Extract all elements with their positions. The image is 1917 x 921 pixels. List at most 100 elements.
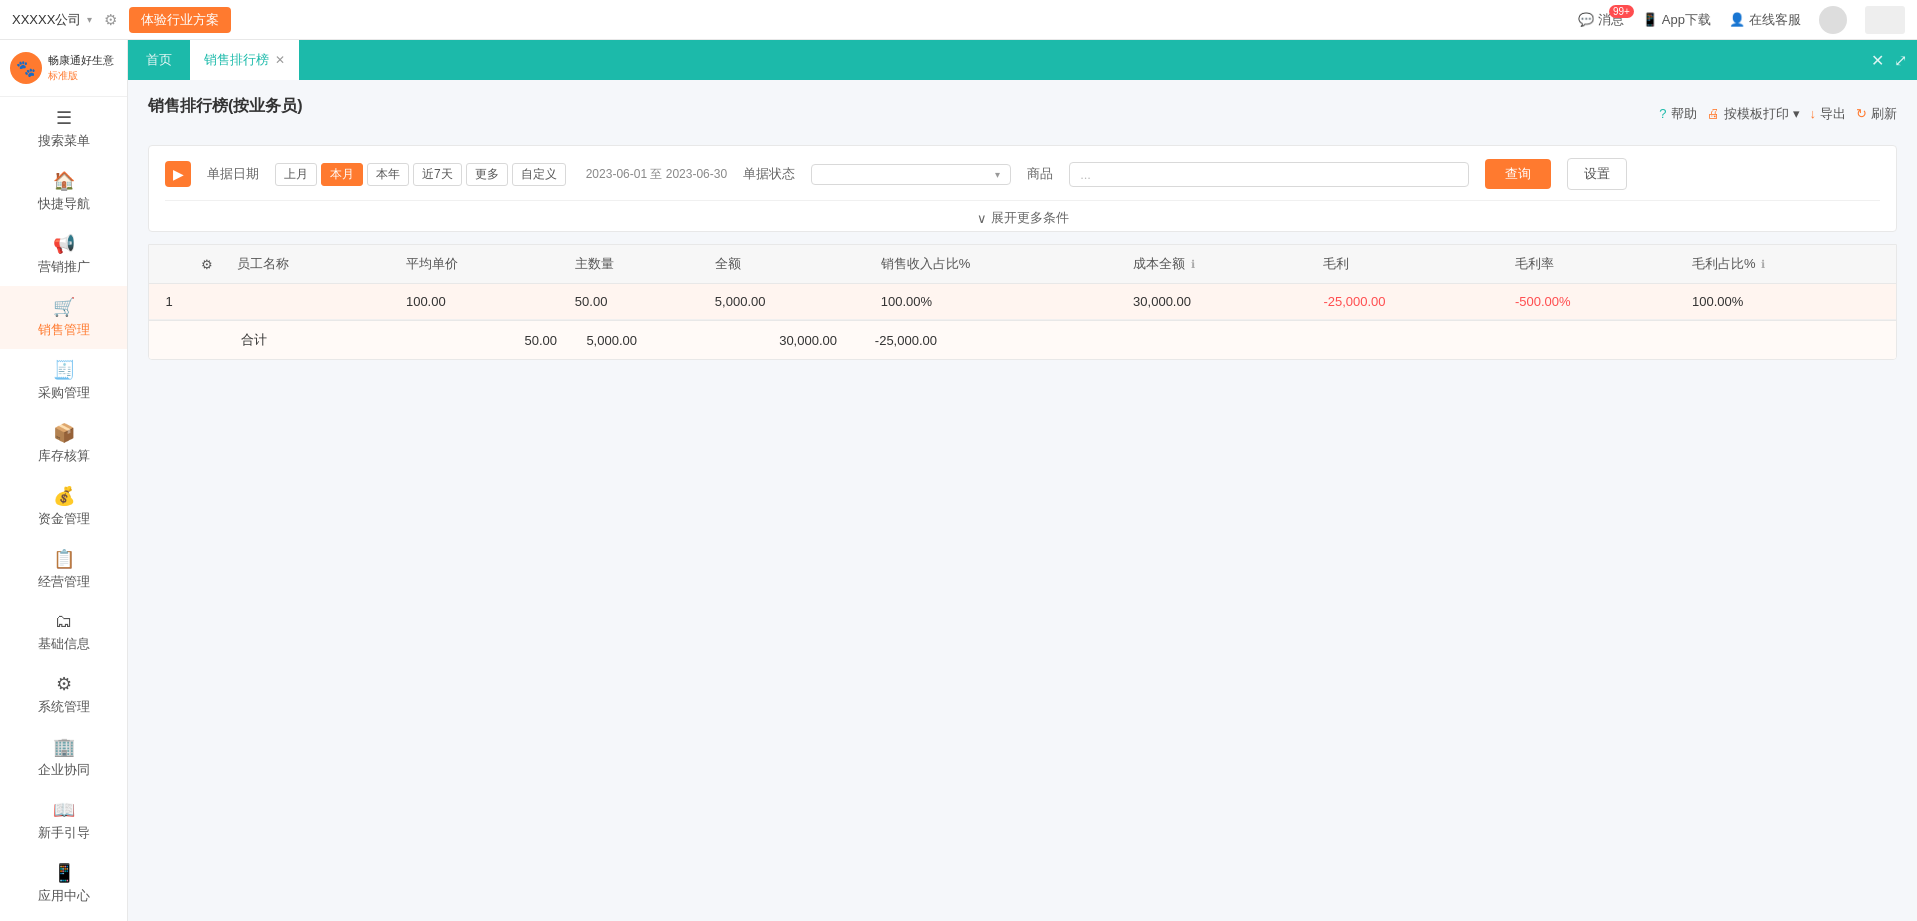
sidebar-item-system[interactable]: ⚙ 系统管理 xyxy=(0,663,127,726)
window-max-icon[interactable]: ⤢ xyxy=(1894,51,1907,70)
logo-tag: 标准版 xyxy=(48,69,114,83)
td-amount: 5,000.00 xyxy=(703,284,869,320)
sidebar-item-finance[interactable]: 💰 资金管理 xyxy=(0,475,127,538)
date-more-btn[interactable]: 更多 xyxy=(466,163,508,186)
sidebar-label-purchase: 采购管理 xyxy=(38,384,90,402)
avatar[interactable] xyxy=(1819,6,1847,34)
td-name xyxy=(225,284,394,320)
app-download-button[interactable]: 📱 App下载 xyxy=(1642,11,1711,29)
company-selector[interactable]: XXXXX公司 ▾ xyxy=(12,11,92,29)
table-footer: 合计 50.00 5,000.00 30,000.00 -25,000.00 xyxy=(149,320,1896,359)
date-month-btn[interactable]: 本月 xyxy=(321,163,363,186)
online-service-label: 在线客服 xyxy=(1749,11,1801,29)
sidebar-label-base-info: 基础信息 xyxy=(38,635,90,653)
message-badge: 99+ xyxy=(1609,5,1634,18)
tab-sales-label: 销售排行榜 xyxy=(204,51,269,69)
status-select[interactable]: ▾ xyxy=(811,164,1011,185)
footer-label: 合计 xyxy=(229,331,409,349)
td-rank: 1 xyxy=(149,284,189,320)
expand-btn[interactable]: ∨ 展开更多条件 xyxy=(977,209,1069,227)
expand-chevron-icon: ∨ xyxy=(977,211,987,226)
th-cost: 成本全额 ℹ xyxy=(1121,245,1311,284)
window-close-icon[interactable]: ✕ xyxy=(1871,51,1884,70)
th-sales-pct: 销售收入占比% xyxy=(869,245,1121,284)
td-settings xyxy=(189,284,225,320)
sidebar-label-app-center: 应用中心 xyxy=(38,887,90,905)
data-table: ⚙ 员工名称 平均单价 主数量 全额 销售收入占比% 成本全额 ℹ 毛利 毛利率 xyxy=(149,245,1896,320)
refresh-button[interactable]: ↻ 刷新 xyxy=(1856,105,1897,123)
help-icon: ? xyxy=(1659,106,1666,121)
trial-button[interactable]: 体验行业方案 xyxy=(129,7,231,33)
sidebar-item-newbie[interactable]: 📖 新手引导 xyxy=(0,789,127,852)
expand-label: 展开更多条件 xyxy=(991,209,1069,227)
sidebar-label-sales: 销售管理 xyxy=(38,321,90,339)
sidebar-label-operations: 经营管理 xyxy=(38,573,90,591)
refresh-icon: ↻ xyxy=(1856,106,1867,121)
sidebar-item-enterprise[interactable]: 🏢 企业协同 xyxy=(0,726,127,789)
td-gross: -25,000.00 xyxy=(1311,284,1503,320)
sidebar-label-system: 系统管理 xyxy=(38,698,90,716)
footer-amount: 5,000.00 xyxy=(569,333,649,348)
sidebar-item-app-center[interactable]: 📱 应用中心 xyxy=(0,852,127,915)
sidebar-item-purchase[interactable]: 🧾 采购管理 xyxy=(0,349,127,412)
logo-name: 畅康通好生意 xyxy=(48,53,114,68)
company-name: XXXXX公司 xyxy=(12,11,81,29)
th-name: 员工名称 xyxy=(225,245,394,284)
page-content: 销售排行榜(按业务员) ? 帮助 🖨 按模板打印 ▾ ↓ 导出 xyxy=(128,80,1917,921)
company-chevron-icon: ▾ xyxy=(87,14,92,25)
username[interactable] xyxy=(1865,6,1905,34)
filter-toggle-arrow[interactable]: ▶ xyxy=(165,161,191,187)
sidebar-item-sales[interactable]: 🛒 销售管理 xyxy=(0,286,127,349)
sidebar-label-search: 搜索菜单 xyxy=(38,132,90,150)
date-custom-btn[interactable]: 自定义 xyxy=(512,163,566,186)
marketing-icon: 📢 xyxy=(53,233,75,255)
help-button[interactable]: ? 帮助 xyxy=(1659,105,1696,123)
sidebar: 🐾 畅康通好生意 标准版 ☰ 搜索菜单 🏠 快捷导航 📢 营销推广 🛒 销售管理… xyxy=(0,40,128,921)
operations-icon: 📋 xyxy=(53,548,75,570)
date-prev-btn[interactable]: 上月 xyxy=(275,163,317,186)
date-week-btn[interactable]: 近7天 xyxy=(413,163,462,186)
home-icon: 🏠 xyxy=(53,170,75,192)
footer-cells: 合计 50.00 5,000.00 30,000.00 -25,000.00 xyxy=(161,331,1884,349)
sidebar-item-base-info[interactable]: 🗂 基础信息 xyxy=(0,601,127,663)
finance-icon: 💰 xyxy=(53,485,75,507)
online-service-button[interactable]: 👤 在线客服 xyxy=(1729,11,1801,29)
gross-pct-info-icon[interactable]: ℹ xyxy=(1761,258,1765,270)
tabs-right: ✕ ⤢ xyxy=(1871,51,1917,70)
sidebar-item-operations[interactable]: 📋 经营管理 xyxy=(0,538,127,601)
query-button[interactable]: 查询 xyxy=(1485,159,1551,189)
th-rank xyxy=(149,245,189,284)
system-icon: ⚙ xyxy=(56,673,72,695)
app-icon: 📱 xyxy=(1642,12,1658,27)
sidebar-item-search[interactable]: ☰ 搜索菜单 xyxy=(0,97,127,160)
tab-sales-ranking[interactable]: 销售排行榜 ✕ xyxy=(190,40,299,80)
date-year-btn[interactable]: 本年 xyxy=(367,163,409,186)
tab-close-icon[interactable]: ✕ xyxy=(275,53,285,67)
goods-placeholder: ... xyxy=(1080,167,1091,182)
purchase-icon: 🧾 xyxy=(53,359,75,381)
search-icon: ☰ xyxy=(56,107,72,129)
export-label: 导出 xyxy=(1820,105,1846,123)
export-button[interactable]: ↓ 导出 xyxy=(1810,105,1847,123)
settings-button[interactable]: 设置 xyxy=(1567,158,1627,190)
sidebar-item-wechat[interactable]: 💬 企业微信 xyxy=(0,915,127,921)
sidebar-item-marketing[interactable]: 📢 营销推广 xyxy=(0,223,127,286)
td-sales-pct: 100.00% xyxy=(869,284,1121,320)
th-settings[interactable]: ⚙ xyxy=(189,245,225,284)
cost-info-icon[interactable]: ℹ xyxy=(1191,258,1195,270)
sidebar-item-quick-nav[interactable]: 🏠 快捷导航 xyxy=(0,160,127,223)
print-label: 按模板打印 xyxy=(1724,105,1789,123)
top-bar: XXXXX公司 ▾ ⚙ 体验行业方案 💬 消息 99+ 📱 App下载 👤 在线… xyxy=(0,0,1917,40)
sidebar-item-inventory[interactable]: 📦 库存核算 xyxy=(0,412,127,475)
message-button[interactable]: 💬 消息 99+ xyxy=(1578,11,1624,29)
topbar-gear-icon[interactable]: ⚙ xyxy=(104,11,117,29)
goods-input[interactable]: ... xyxy=(1069,162,1469,187)
inventory-icon: 📦 xyxy=(53,422,75,444)
topbar-right: 💬 消息 99+ 📱 App下载 👤 在线客服 xyxy=(1578,6,1905,34)
print-button[interactable]: 🖨 按模板打印 ▾ xyxy=(1707,105,1800,123)
td-qty: 50.00 xyxy=(563,284,703,320)
tab-home[interactable]: 首页 xyxy=(128,40,190,80)
sidebar-label-marketing: 营销推广 xyxy=(38,258,90,276)
td-avg-price: 100.00 xyxy=(394,284,563,320)
refresh-label: 刷新 xyxy=(1871,105,1897,123)
